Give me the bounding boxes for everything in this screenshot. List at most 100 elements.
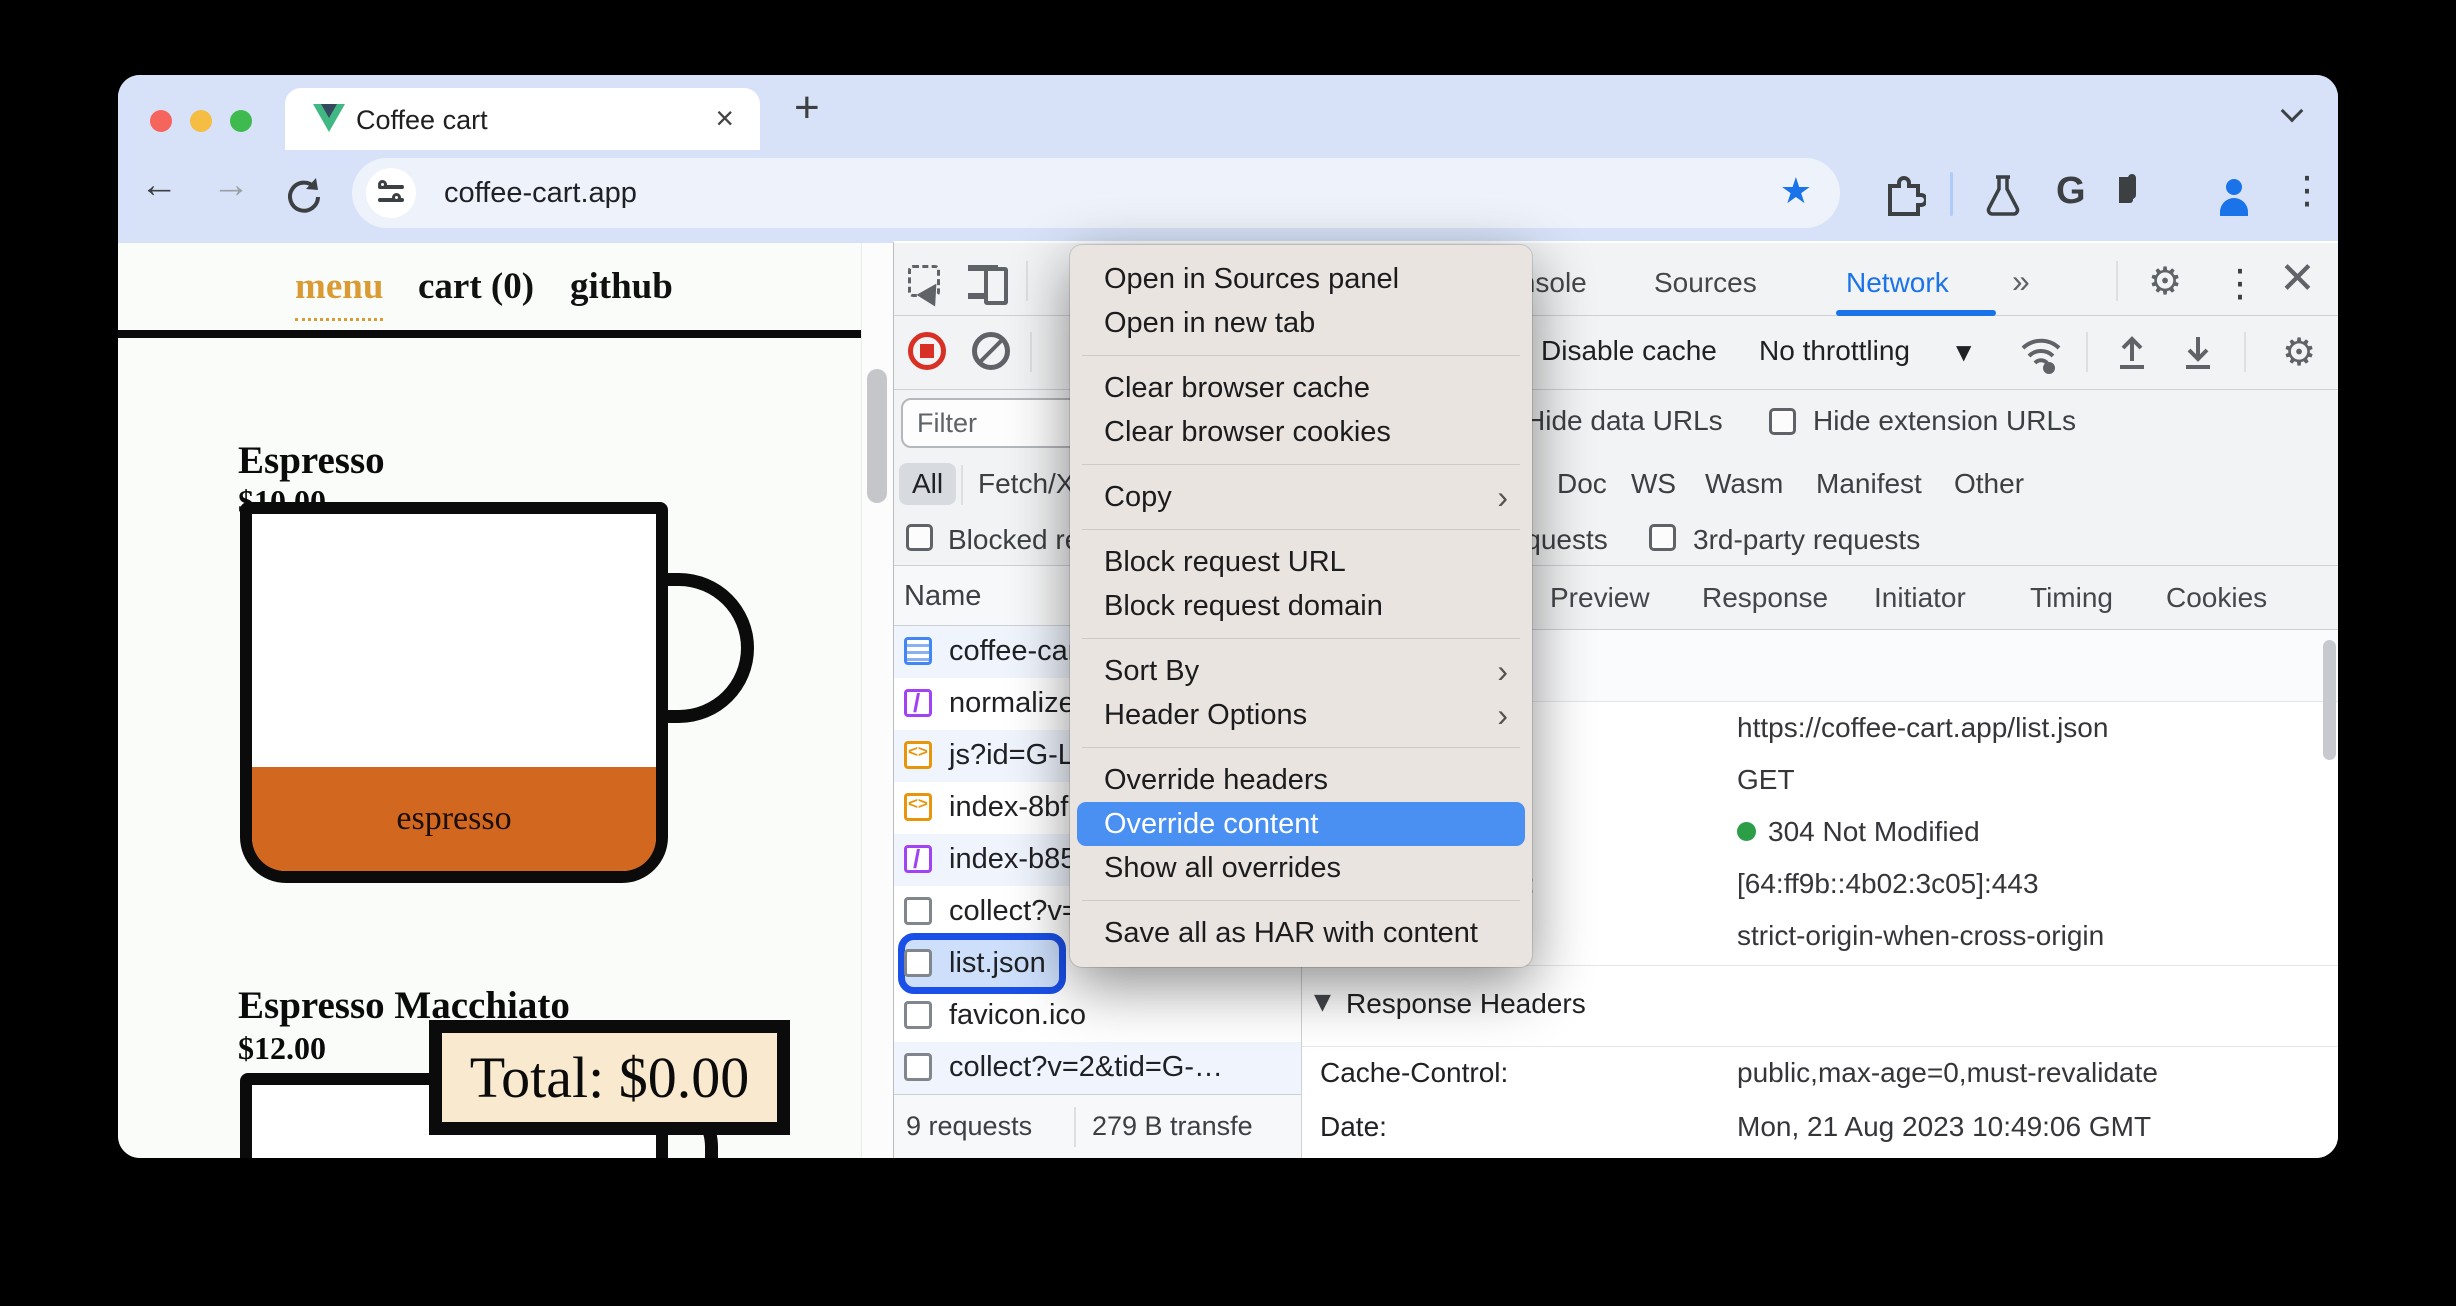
browser-toolbar: ← → coffee-cart.app ★ G ⋮ bbox=[118, 150, 2338, 241]
divider bbox=[961, 465, 963, 505]
page-scrollbar[interactable] bbox=[861, 243, 893, 1158]
menu-item-clear-cookies[interactable]: Clear browser cookies bbox=[1070, 410, 1532, 454]
google-app-icon[interactable]: G bbox=[2056, 170, 2086, 213]
menu-item-clear-cache[interactable]: Clear browser cache bbox=[1070, 366, 1532, 410]
filter-type-other[interactable]: Other bbox=[1954, 468, 2024, 500]
tab-strip: Coffee cart × + ← → coffee-cart.app ★ G … bbox=[118, 75, 2338, 243]
script-file-icon bbox=[904, 793, 932, 821]
bookmark-star-icon[interactable]: ★ bbox=[1780, 171, 1812, 212]
cup-label: espresso bbox=[396, 800, 512, 837]
tab-title: Coffee cart bbox=[356, 105, 488, 135]
tab-search-chevron-icon[interactable] bbox=[2280, 99, 2304, 123]
browser-menu-icon[interactable]: ⋮ bbox=[2288, 168, 2326, 212]
device-toolbar-icon[interactable] bbox=[968, 265, 1008, 305]
labs-flask-icon[interactable] bbox=[1980, 172, 2026, 218]
third-party-checkbox[interactable] bbox=[1649, 524, 1676, 551]
status-ok-icon bbox=[1737, 822, 1756, 841]
submenu-arrow-icon: › bbox=[1497, 697, 1508, 733]
response-headers-section[interactable]: ▼ Response Headers bbox=[1302, 965, 2338, 1047]
menu-item-header-options[interactable]: Header Options › bbox=[1070, 693, 1532, 737]
forward-button[interactable]: → bbox=[212, 164, 250, 207]
request-row[interactable]: favicon.ico bbox=[894, 990, 1301, 1042]
new-tab-button[interactable]: + bbox=[794, 83, 820, 133]
zoom-window-button[interactable] bbox=[230, 110, 252, 132]
tab-network[interactable]: Network bbox=[1846, 267, 1949, 299]
request-row[interactable]: collect?v=2&tid=G-… bbox=[894, 1042, 1301, 1094]
site-settings-button[interactable] bbox=[366, 168, 416, 218]
product-title: Espresso bbox=[238, 439, 385, 482]
menu-item-open-new-tab[interactable]: Open in new tab bbox=[1070, 301, 1532, 345]
generic-file-icon bbox=[904, 897, 932, 925]
stylesheet-file-icon bbox=[904, 844, 932, 875]
third-party-label[interactable]: 3rd-party requests bbox=[1693, 524, 1920, 556]
detail-tab-response[interactable]: Response bbox=[1702, 582, 1828, 614]
clear-network-log-icon[interactable] bbox=[972, 332, 1010, 370]
throttling-select[interactable]: No throttling bbox=[1759, 335, 1910, 367]
devtools-close-icon[interactable]: ✕ bbox=[2279, 257, 2316, 301]
filter-type-all[interactable]: All bbox=[899, 463, 957, 505]
filter-type-wasm[interactable]: Wasm bbox=[1705, 468, 1783, 500]
network-summary-bar: 9 requests 279 B transfe bbox=[894, 1094, 1301, 1158]
generic-file-icon bbox=[904, 1053, 932, 1081]
cart-total-box[interactable]: Total: $0.00 bbox=[429, 1020, 790, 1135]
espresso-cup[interactable]: espresso bbox=[240, 502, 668, 883]
browser-tab[interactable]: Coffee cart × bbox=[285, 88, 760, 150]
stylesheet-file-icon bbox=[904, 688, 932, 719]
network-conditions-icon[interactable] bbox=[2016, 330, 2066, 376]
context-menu: Open in Sources panel Open in new tab Cl… bbox=[1070, 245, 1532, 967]
nav-link-cart[interactable]: cart (0) bbox=[418, 265, 534, 308]
nav-link-menu[interactable]: menu bbox=[295, 265, 384, 321]
disable-cache-label[interactable]: Disable cache bbox=[1541, 335, 1717, 367]
menu-item-override-content[interactable]: Override content bbox=[1077, 802, 1525, 846]
record-network-log-icon[interactable] bbox=[908, 332, 946, 370]
detail-tab-preview[interactable]: Preview bbox=[1550, 582, 1650, 614]
close-window-button[interactable] bbox=[150, 110, 172, 132]
screenshot-canvas: Coffee cart × + ← → coffee-cart.app ★ G … bbox=[0, 0, 2456, 1306]
detail-tab-cookies[interactable]: Cookies bbox=[2166, 582, 2267, 614]
hide-extension-urls-checkbox[interactable] bbox=[1769, 408, 1796, 435]
more-tabs-icon[interactable]: » bbox=[2012, 263, 2030, 300]
menu-item-override-headers[interactable]: Override headers bbox=[1070, 758, 1532, 802]
transferred-size: 279 B transfe bbox=[1092, 1111, 1253, 1141]
url-text[interactable]: coffee-cart.app bbox=[444, 177, 637, 210]
import-har-icon[interactable] bbox=[2110, 331, 2154, 375]
page-scrollbar-thumb[interactable] bbox=[867, 369, 887, 503]
tab-close-icon[interactable]: × bbox=[715, 100, 734, 137]
devtools-menu-icon[interactable]: ⋮ bbox=[2221, 261, 2259, 305]
throttling-dropdown-icon[interactable]: ▼ bbox=[1956, 340, 1971, 364]
menu-item-save-har[interactable]: Save all as HAR with content bbox=[1070, 911, 1532, 955]
omnibox[interactable]: coffee-cart.app ★ bbox=[352, 158, 1840, 228]
detail-scrollbar-thumb[interactable] bbox=[2323, 640, 2336, 760]
script-file-icon bbox=[904, 741, 932, 769]
detail-tab-timing[interactable]: Timing bbox=[2030, 582, 2113, 614]
back-button[interactable]: ← bbox=[140, 164, 178, 207]
filter-type-manifest[interactable]: Manifest bbox=[1816, 468, 1922, 500]
devtools-settings-icon[interactable]: ⚙ bbox=[2148, 259, 2182, 303]
network-settings-icon[interactable]: ⚙ bbox=[2282, 330, 2316, 374]
divider bbox=[2116, 261, 2118, 301]
document-file-icon bbox=[904, 637, 932, 665]
nav-link-github[interactable]: github bbox=[570, 265, 673, 308]
side-panel-icon[interactable] bbox=[2128, 174, 2136, 199]
menu-item-sort-by[interactable]: Sort By › bbox=[1070, 649, 1532, 693]
extensions-icon[interactable] bbox=[1882, 172, 1926, 216]
menu-item-copy[interactable]: Copy › bbox=[1070, 475, 1532, 519]
reload-button[interactable] bbox=[282, 174, 326, 218]
hide-extension-urls-label[interactable]: Hide extension URLs bbox=[1813, 405, 2076, 437]
menu-item-block-domain[interactable]: Block request domain bbox=[1070, 584, 1532, 628]
blocked-cookies-checkbox[interactable] bbox=[906, 524, 933, 551]
menu-item-open-sources[interactable]: Open in Sources panel bbox=[1070, 257, 1532, 301]
filter-type-doc[interactable]: Doc bbox=[1557, 468, 1607, 500]
menu-item-show-overrides[interactable]: Show all overrides bbox=[1070, 846, 1532, 890]
disclosure-icon: ▼ bbox=[1314, 990, 1331, 1015]
tab-sources[interactable]: Sources bbox=[1654, 267, 1757, 299]
request-count: 9 requests bbox=[906, 1111, 1033, 1141]
detail-tab-initiator[interactable]: Initiator bbox=[1874, 582, 1966, 614]
export-har-icon[interactable] bbox=[2176, 331, 2220, 375]
filter-type-ws[interactable]: WS bbox=[1631, 468, 1676, 500]
inspect-element-icon[interactable] bbox=[908, 265, 940, 297]
minimize-window-button[interactable] bbox=[190, 110, 212, 132]
menu-separator bbox=[1082, 747, 1520, 748]
hide-data-urls-label[interactable]: Hide data URLs bbox=[1525, 405, 1723, 437]
menu-item-block-url[interactable]: Block request URL bbox=[1070, 540, 1532, 584]
